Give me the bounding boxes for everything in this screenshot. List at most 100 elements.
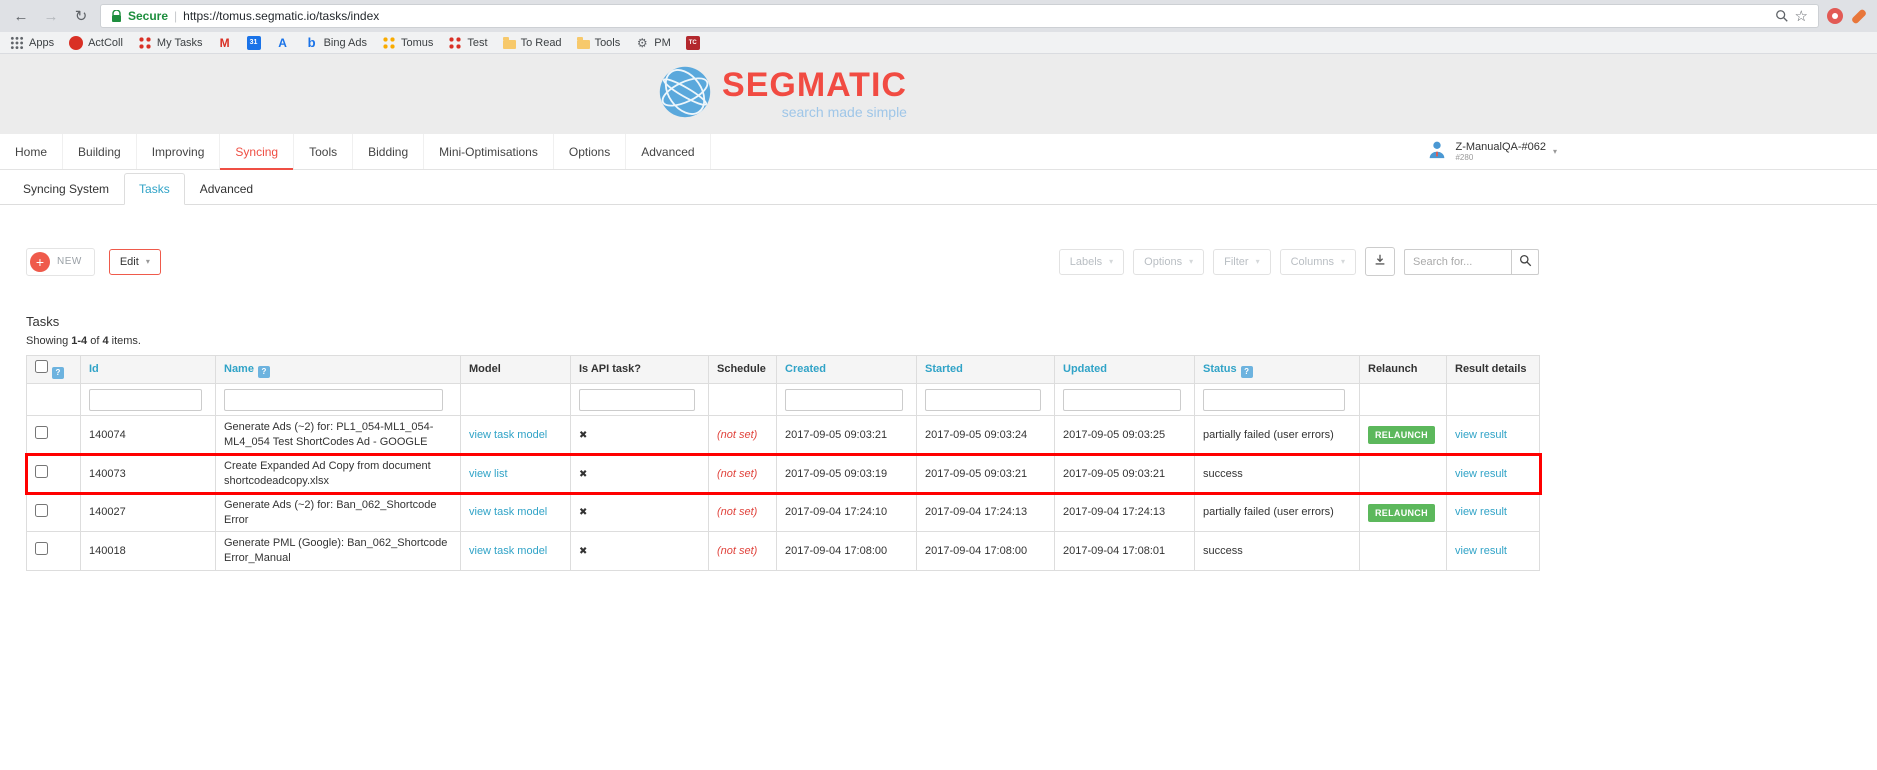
created-value: 2017-09-05 09:03:21: [785, 428, 888, 441]
bookmark-label: Tools: [594, 36, 621, 49]
search-group: [1404, 248, 1539, 275]
subnav-item-tasks[interactable]: Tasks: [124, 173, 185, 205]
view-result-link[interactable]: view result: [1455, 468, 1507, 480]
view-result-link[interactable]: view result: [1455, 429, 1507, 441]
bookmark-pm[interactable]: ⚙ PM: [635, 36, 671, 50]
view-result-link[interactable]: view result: [1455, 506, 1507, 518]
started-value: 2017-09-04 17:24:13: [925, 506, 1028, 519]
bookmark-gmail[interactable]: M: [218, 36, 232, 50]
sort-created[interactable]: Created: [785, 363, 826, 375]
logo-band: SEGMATIC search made simple: [0, 54, 1877, 134]
filter-status-input[interactable]: [1203, 388, 1346, 411]
bookmark-apps[interactable]: Apps: [10, 35, 54, 50]
view-task-model-link[interactable]: view task model: [469, 545, 547, 557]
zoom-icon[interactable]: [1775, 9, 1789, 23]
my-tasks-icon: [137, 35, 152, 50]
calendar-icon: 31: [246, 35, 261, 50]
filter-name-input[interactable]: [224, 388, 443, 411]
filter-updated-input[interactable]: [1063, 388, 1182, 411]
subnav-item-syncing-system[interactable]: Syncing System: [8, 173, 124, 205]
sort-updated[interactable]: Updated: [1063, 363, 1107, 375]
row-checkbox[interactable]: [35, 465, 48, 479]
bookmark-tc[interactable]: TC: [685, 35, 700, 50]
bookmark-my-tasks[interactable]: My Tasks: [137, 35, 203, 50]
options-dropdown[interactable]: Options ▾: [1133, 248, 1205, 275]
filter-row: [26, 383, 1540, 417]
search-button[interactable]: [1512, 248, 1539, 275]
view-task-model-link[interactable]: view task model: [469, 429, 547, 441]
started-value: 2017-09-04 17:08:00: [925, 544, 1028, 557]
export-button[interactable]: [1365, 247, 1395, 276]
bookmark-label: Bing Ads: [323, 36, 367, 49]
columns-dropdown-label: Columns: [1290, 255, 1334, 268]
bookmark-label: Test: [467, 36, 488, 49]
filter-dropdown-label: Filter: [1224, 255, 1249, 268]
user-menu[interactable]: Z-ManualQA-#062 #280 ▾: [1426, 134, 1565, 169]
forward-icon[interactable]: →: [40, 8, 62, 25]
started-value: 2017-09-05 09:03:21: [925, 467, 1028, 480]
view-result-link[interactable]: view result: [1455, 545, 1507, 557]
nav-item-syncing[interactable]: Syncing: [220, 134, 295, 170]
cross-icon: ✖: [579, 429, 588, 441]
new-button[interactable]: + NEW: [26, 247, 95, 276]
brand-tagline: search made simple: [781, 104, 907, 120]
bookmark-star-icon[interactable]: ☆: [1795, 9, 1808, 24]
bookmark-calendar[interactable]: 31: [246, 35, 261, 50]
secure-label: Secure: [128, 9, 169, 23]
bookmark-tomus[interactable]: Tomus: [381, 35, 433, 50]
bookmark-bing-ads[interactable]: b Bing Ads: [305, 35, 367, 50]
help-icon[interactable]: ?: [1240, 365, 1253, 378]
nav-item-advanced[interactable]: Advanced: [626, 134, 711, 169]
results-summary: Showing 1-4 of 4 items.: [26, 335, 1539, 347]
columns-dropdown[interactable]: Columns ▾: [1279, 248, 1356, 275]
refresh-icon[interactable]: ↻: [70, 7, 92, 25]
filter-started-input[interactable]: [925, 388, 1042, 411]
bookmark-tools[interactable]: Tools: [576, 36, 621, 49]
view-task-model-link[interactable]: view task model: [469, 506, 547, 518]
row-checkbox[interactable]: [35, 542, 48, 556]
filter-id-input[interactable]: [89, 388, 203, 411]
relaunch-button[interactable]: RELAUNCH: [1368, 426, 1435, 445]
plus-icon: +: [30, 251, 50, 272]
address-bar[interactable]: Secure | https://tomus.segmatic.io/tasks…: [100, 4, 1819, 28]
extension-icon-2[interactable]: [1850, 7, 1868, 25]
select-all-checkbox[interactable]: [35, 360, 48, 373]
extension-icon-1[interactable]: [1827, 8, 1843, 24]
sort-id[interactable]: Id: [89, 363, 99, 375]
task-name: Create Expanded Ad Copy from document sh…: [224, 460, 431, 487]
subnav-item-advanced[interactable]: Advanced: [185, 173, 268, 205]
filter-dropdown[interactable]: Filter ▾: [1213, 248, 1271, 275]
nav-item-bidding[interactable]: Bidding: [353, 134, 425, 169]
back-icon[interactable]: ←: [10, 8, 32, 25]
search-input[interactable]: [1404, 248, 1512, 275]
nav-item-improving[interactable]: Improving: [137, 134, 221, 169]
help-icon[interactable]: ?: [52, 367, 64, 380]
sort-status[interactable]: Status: [1203, 363, 1237, 375]
nav-item-home[interactable]: Home: [0, 134, 64, 169]
segmatic-logo[interactable]: SEGMATIC search made simple: [658, 65, 907, 124]
status-value: success: [1203, 544, 1243, 557]
nav-item-tools[interactable]: Tools: [294, 134, 354, 169]
row-checkbox[interactable]: [35, 426, 48, 440]
test-icon: [448, 35, 463, 50]
bookmark-test[interactable]: Test: [448, 35, 488, 50]
nav-item-options[interactable]: Options: [554, 134, 627, 169]
bookmark-actcoll[interactable]: ActColl: [69, 35, 123, 50]
view-list-link[interactable]: view list: [469, 468, 508, 480]
bookmark-analytics[interactable]: A: [276, 36, 290, 50]
relaunch-button[interactable]: RELAUNCH: [1368, 503, 1435, 522]
table-row: 140018 Generate PML (Google): Ban_062_Sh…: [26, 531, 1540, 572]
sort-name[interactable]: Name: [224, 363, 254, 375]
filter-api-input[interactable]: [579, 388, 696, 411]
nav-item-building[interactable]: Building: [63, 134, 137, 169]
nav-item-mini-optimisations[interactable]: Mini-Optimisations: [424, 134, 554, 169]
bookmark-to-read[interactable]: To Read: [502, 36, 562, 49]
row-checkbox[interactable]: [35, 503, 48, 517]
help-icon[interactable]: ?: [257, 365, 270, 378]
edit-button[interactable]: Edit ▾: [108, 248, 161, 275]
filter-created-input[interactable]: [785, 388, 904, 411]
labels-dropdown[interactable]: Labels ▾: [1058, 248, 1125, 275]
globe-icon: [658, 65, 712, 124]
sort-started[interactable]: Started: [925, 363, 963, 375]
main-nav: Home Building Improving Syncing Tools Bi…: [0, 134, 1877, 170]
